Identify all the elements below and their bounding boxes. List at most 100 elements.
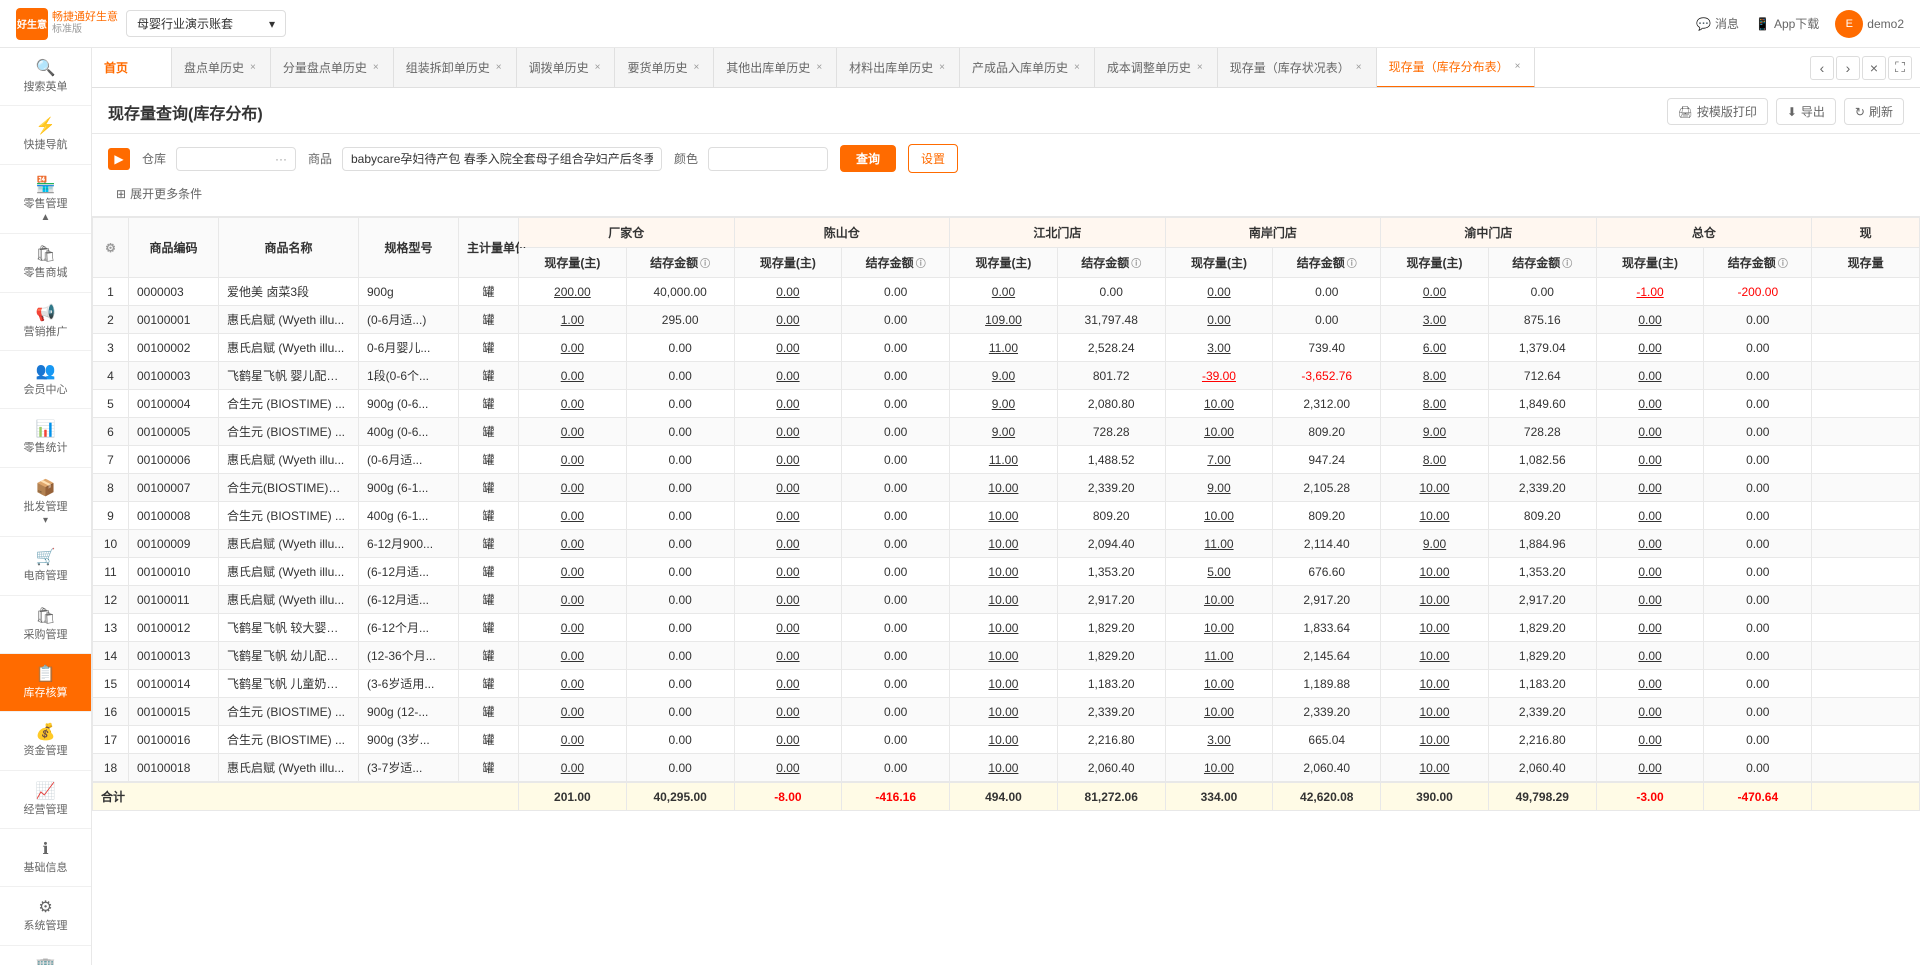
cell-yuzhong-qty[interactable]: 6.00 <box>1381 334 1489 362</box>
info-icon-4[interactable]: ⓘ <box>1347 259 1357 270</box>
cell-total-qty[interactable]: 0.00 <box>1596 362 1704 390</box>
cell-jiangbei-qty[interactable]: 10.00 <box>950 586 1058 614</box>
cell-yuzhong-qty[interactable]: 0.00 <box>1381 278 1489 306</box>
cell-factory-qty[interactable]: 0.00 <box>519 362 627 390</box>
tab-expand-btn[interactable]: ⛶ <box>1888 56 1912 80</box>
cell-jiangbei-qty[interactable]: 9.00 <box>950 362 1058 390</box>
cell-nanan-qty[interactable]: 10.00 <box>1165 754 1273 783</box>
cell-nanan-qty[interactable]: 11.00 <box>1165 530 1273 558</box>
cell-factory-qty[interactable]: 0.00 <box>519 698 627 726</box>
cell-nanan-qty[interactable]: 3.00 <box>1165 334 1273 362</box>
cell-chenshan-qty[interactable]: 0.00 <box>734 306 842 334</box>
tab-split-stocktake[interactable]: 分量盘点单历史 × <box>271 48 394 88</box>
cell-nanan-qty[interactable]: 0.00 <box>1165 278 1273 306</box>
cell-chenshan-qty[interactable]: 0.00 <box>734 418 842 446</box>
tab-assemble[interactable]: 组装拆卸单历史 × <box>394 48 517 88</box>
cell-factory-qty[interactable]: 0.00 <box>519 642 627 670</box>
tab-next-btn[interactable]: › <box>1836 56 1860 80</box>
cell-factory-qty[interactable]: 0.00 <box>519 614 627 642</box>
cell-total-qty[interactable]: 0.00 <box>1596 446 1704 474</box>
cell-nanan-qty[interactable]: 10.00 <box>1165 698 1273 726</box>
cell-yuzhong-qty[interactable]: 10.00 <box>1381 670 1489 698</box>
cell-total-qty[interactable]: 0.00 <box>1596 306 1704 334</box>
cell-factory-qty[interactable]: 0.00 <box>519 754 627 783</box>
tab-prev-btn[interactable]: ‹ <box>1810 56 1834 80</box>
sidebar-item-retail-manage[interactable]: 🏪 零售管理 ▲ <box>0 165 91 234</box>
cell-chenshan-qty[interactable]: 0.00 <box>734 698 842 726</box>
tab-other-out[interactable]: 其他出库单历史 × <box>714 48 837 88</box>
cell-chenshan-qty[interactable]: 0.00 <box>734 530 842 558</box>
cell-yuzhong-qty[interactable]: 9.00 <box>1381 418 1489 446</box>
cell-factory-qty[interactable]: 0.00 <box>519 390 627 418</box>
cell-nanan-qty[interactable]: 9.00 <box>1165 474 1273 502</box>
cell-nanan-qty[interactable]: 10.00 <box>1165 418 1273 446</box>
cell-factory-qty[interactable]: 0.00 <box>519 586 627 614</box>
cell-nanan-qty[interactable]: -39.00 <box>1165 362 1273 390</box>
sidebar-item-search-hero[interactable]: 🔍 搜索英单 <box>0 48 91 106</box>
cell-jiangbei-qty[interactable]: 10.00 <box>950 530 1058 558</box>
sidebar-item-system[interactable]: ⚙ 系统管理 <box>0 887 91 945</box>
sidebar-item-marketing[interactable]: 📢 营销推广 <box>0 293 91 351</box>
cell-yuzhong-qty[interactable]: 10.00 <box>1381 726 1489 754</box>
tab-close-material-out[interactable]: × <box>937 61 947 74</box>
cell-chenshan-qty[interactable]: 0.00 <box>734 586 842 614</box>
tab-material-out[interactable]: 材料出库单历史 × <box>837 48 960 88</box>
cell-factory-qty[interactable]: 0.00 <box>519 558 627 586</box>
cell-yuzhong-qty[interactable]: 10.00 <box>1381 586 1489 614</box>
tab-production-in[interactable]: 产成品入库单历史 × <box>960 48 1095 88</box>
tab-close-current-dist[interactable]: × <box>1513 60 1523 73</box>
cell-nanan-qty[interactable]: 7.00 <box>1165 446 1273 474</box>
tab-close-requisition[interactable]: × <box>691 61 701 74</box>
cell-total-qty[interactable]: 0.00 <box>1596 474 1704 502</box>
cell-chenshan-qty[interactable]: 0.00 <box>734 334 842 362</box>
cell-total-qty[interactable]: 0.00 <box>1596 614 1704 642</box>
sidebar-item-ecommerce[interactable]: 🛒 电商管理 <box>0 537 91 595</box>
cell-chenshan-qty[interactable]: 0.00 <box>734 390 842 418</box>
refresh-btn[interactable]: ↻ 刷新 <box>1844 98 1904 125</box>
cell-jiangbei-qty[interactable]: 11.00 <box>950 446 1058 474</box>
cell-nanan-qty[interactable]: 10.00 <box>1165 390 1273 418</box>
cell-total-qty[interactable]: 0.00 <box>1596 586 1704 614</box>
cell-jiangbei-qty[interactable]: 10.00 <box>950 614 1058 642</box>
cell-nanan-qty[interactable]: 10.00 <box>1165 670 1273 698</box>
user-menu[interactable]: E demo2 <box>1835 10 1904 38</box>
warehouse-select[interactable]: ··· <box>176 147 296 171</box>
info-icon-5[interactable]: ⓘ <box>1562 259 1572 270</box>
cell-chenshan-qty[interactable]: 0.00 <box>734 502 842 530</box>
cell-total-qty[interactable]: 0.00 <box>1596 502 1704 530</box>
cell-chenshan-qty[interactable]: 0.00 <box>734 642 842 670</box>
cell-nanan-qty[interactable]: 10.00 <box>1165 614 1273 642</box>
tab-home[interactable]: 首页 <box>92 48 172 88</box>
cell-factory-qty[interactable]: 0.00 <box>519 726 627 754</box>
cell-jiangbei-qty[interactable]: 9.00 <box>950 390 1058 418</box>
cell-factory-qty[interactable]: 0.00 <box>519 474 627 502</box>
cell-jiangbei-qty[interactable]: 10.00 <box>950 558 1058 586</box>
sidebar-item-inventory[interactable]: 📋 库存核算 <box>0 654 91 712</box>
cell-factory-qty[interactable]: 0.00 <box>519 418 627 446</box>
tab-close-other-out[interactable]: × <box>814 61 824 74</box>
app-download-btn[interactable]: 📱 App下载 <box>1755 15 1819 32</box>
cell-total-qty[interactable]: 0.00 <box>1596 390 1704 418</box>
tab-current-status[interactable]: 现存量（库存状况表） × <box>1218 48 1377 88</box>
cell-total-qty[interactable]: 0.00 <box>1596 754 1704 783</box>
cell-chenshan-qty[interactable]: 0.00 <box>734 614 842 642</box>
cell-jiangbei-qty[interactable]: 10.00 <box>950 698 1058 726</box>
info-icon-3[interactable]: ⓘ <box>1131 259 1141 270</box>
message-btn[interactable]: 💬 消息 <box>1696 15 1739 32</box>
cell-nanan-qty[interactable]: 5.00 <box>1165 558 1273 586</box>
tab-close-production-in[interactable]: × <box>1072 61 1082 74</box>
cell-jiangbei-qty[interactable]: 109.00 <box>950 306 1058 334</box>
tab-close-stocktake[interactable]: × <box>248 61 258 74</box>
cell-yuzhong-qty[interactable]: 10.00 <box>1381 642 1489 670</box>
cell-yuzhong-qty[interactable]: 10.00 <box>1381 474 1489 502</box>
setting-btn[interactable]: 设置 <box>908 144 958 173</box>
cell-total-qty[interactable]: 0.00 <box>1596 418 1704 446</box>
cell-nanan-qty[interactable]: 10.00 <box>1165 586 1273 614</box>
goods-input[interactable] <box>342 147 662 171</box>
cell-factory-qty[interactable]: 200.00 <box>519 278 627 306</box>
tab-close-transfer[interactable]: × <box>593 61 603 74</box>
batch-print-btn[interactable]: 🖨 按模版打印 <box>1667 98 1768 125</box>
cell-total-qty[interactable]: 0.00 <box>1596 670 1704 698</box>
cell-jiangbei-qty[interactable]: 10.00 <box>950 474 1058 502</box>
sidebar-item-shortcut[interactable]: ⚡ 快捷导航 <box>0 106 91 164</box>
